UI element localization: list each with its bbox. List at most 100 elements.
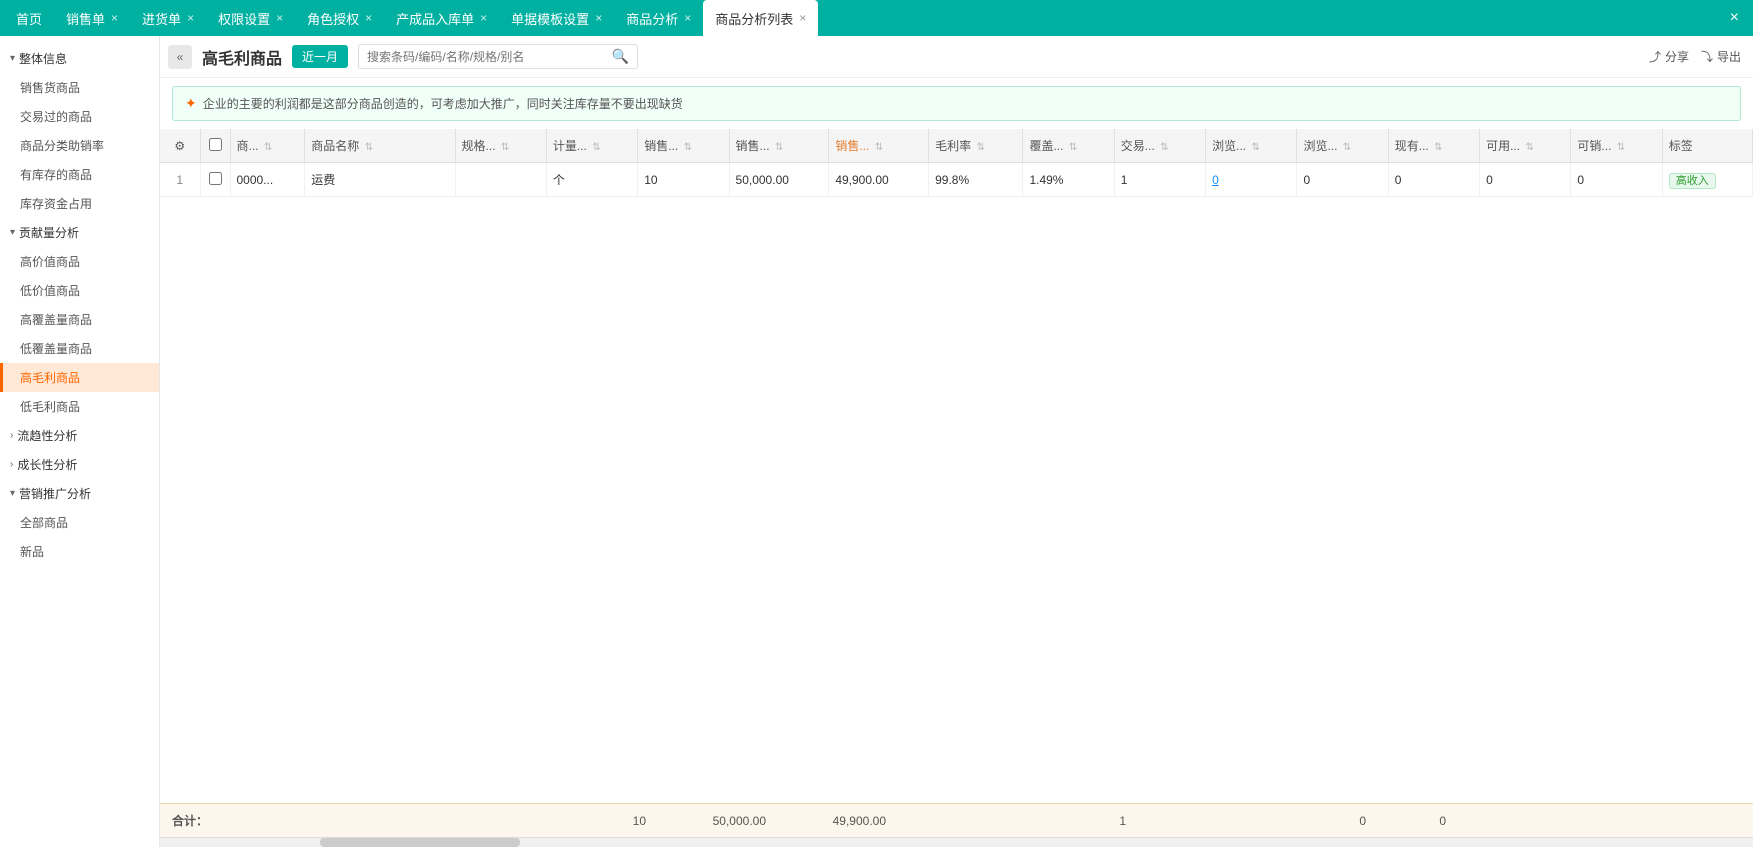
col-unit-header[interactable]: 计量... ⇅ <box>546 129 637 163</box>
tab-role-auth-close[interactable]: × <box>365 12 372 24</box>
col-available-header[interactable]: 可用... ⇅ <box>1480 129 1571 163</box>
col-tag-header[interactable]: 标签 <box>1662 129 1752 163</box>
col-sale-amount-header[interactable]: 销售... ⇅ <box>729 129 829 163</box>
export-button[interactable]: ⤵ 导出 <box>1701 48 1741 65</box>
col-sale-amount-sort[interactable]: ⇅ <box>775 142 783 153</box>
sidebar-collapse-button[interactable]: « <box>168 45 192 69</box>
col-spec-sort[interactable]: ⇅ <box>501 142 509 153</box>
sidebar-group-marketing[interactable]: ▾ 营销推广分析 <box>0 479 159 508</box>
tab-purchase-close[interactable]: × <box>187 12 194 24</box>
footer-sale-cost: 49,900.00 <box>772 814 892 828</box>
col-trade-header[interactable]: 交易... ⇅ <box>1114 129 1205 163</box>
tab-product-analysis-list-close[interactable]: × <box>799 12 806 24</box>
col-view2-header[interactable]: 浏览... ⇅ <box>1297 129 1388 163</box>
col-unit-sort[interactable]: ⇅ <box>592 142 600 153</box>
sidebar-item-low-coverage[interactable]: 低覆盖量商品 <box>0 334 159 363</box>
sidebar-item-high-value[interactable]: 高价值商品 <box>0 247 159 276</box>
row-sale-cost: 49,900.00 <box>829 163 929 197</box>
col-saleable-header[interactable]: 可销... ⇅ <box>1571 129 1662 163</box>
tab-sales[interactable]: 销售单 × <box>54 0 130 36</box>
arrow-overall: ▾ <box>10 53 15 64</box>
col-gross-margin-sort[interactable]: ⇅ <box>976 142 984 153</box>
tab-bar: 首页 销售单 × 进货单 × 权限设置 × 角色授权 × 产成品入库单 × 单据… <box>0 0 1753 36</box>
row-saleable: 0 <box>1571 163 1662 197</box>
share-button[interactable]: ⤴ 分享 <box>1649 48 1689 65</box>
tab-permissions-close[interactable]: × <box>276 12 283 24</box>
col-sale-qty-header[interactable]: 销售... ⇅ <box>638 129 729 163</box>
col-name-sort[interactable]: ⇅ <box>365 142 373 153</box>
tab-product-inbound-close[interactable]: × <box>480 12 487 24</box>
sidebar-item-all-goods[interactable]: 全部商品 <box>0 508 159 537</box>
row-gross-margin: 99.8% <box>929 163 1023 197</box>
col-view1-sort[interactable]: ⇅ <box>1251 142 1259 153</box>
col-code-header[interactable]: 商... ⇅ <box>230 129 305 163</box>
content-area: « 高毛利商品 近一月 🔍 ⤴ 分享 ⤵ 导出 ✦ 企业的主要的利润都是这部 <box>160 36 1753 847</box>
view1-link[interactable]: 0 <box>1212 173 1219 187</box>
tab-product-analysis[interactable]: 商品分析 × <box>614 0 703 36</box>
tab-product-analysis-list-label: 商品分析列表 <box>715 9 793 28</box>
sidebar-item-low-value[interactable]: 低价值商品 <box>0 276 159 305</box>
sidebar-item-high-coverage[interactable]: 高覆盖量商品 <box>0 305 159 334</box>
col-spec-header[interactable]: 规格... ⇅ <box>455 129 546 163</box>
tab-homepage[interactable]: 首页 <box>4 0 54 36</box>
content-header: « 高毛利商品 近一月 🔍 ⤴ 分享 ⤵ 导出 <box>160 36 1753 78</box>
sidebar-item-high-margin[interactable]: 高毛利商品 <box>0 363 159 392</box>
sidebar-item-sale-goods[interactable]: 销售货商品 <box>0 73 159 102</box>
tab-template[interactable]: 单据模板设置 × <box>499 0 614 36</box>
sidebar-group-overall[interactable]: ▾ 整体信息 <box>0 44 159 73</box>
sidebar-item-category-rate[interactable]: 商品分类助销率 <box>0 131 159 160</box>
sidebar-item-stock-capital[interactable]: 库存资金占用 <box>0 189 159 218</box>
row-code: 0000... <box>230 163 305 197</box>
tab-sales-close[interactable]: × <box>111 12 118 24</box>
sidebar-item-new-goods[interactable]: 新品 <box>0 537 159 566</box>
row-view2: 0 <box>1297 163 1388 197</box>
tab-homepage-label: 首页 <box>16 9 42 28</box>
data-table: ⚙ 商... ⇅ 商品名称 ⇅ <box>160 129 1753 197</box>
col-view2-sort[interactable]: ⇅ <box>1343 142 1351 153</box>
table-header-row: ⚙ 商... ⇅ 商品名称 ⇅ <box>160 129 1753 163</box>
col-coverage-header[interactable]: 覆盖... ⇅ <box>1023 129 1114 163</box>
sidebar-item-in-stock[interactable]: 有库存的商品 <box>0 160 159 189</box>
tab-product-inbound[interactable]: 产成品入库单 × <box>384 0 499 36</box>
select-all-checkbox[interactable] <box>209 138 222 151</box>
sidebar-item-traded-goods[interactable]: 交易过的商品 <box>0 102 159 131</box>
col-current-header[interactable]: 现有... ⇅ <box>1388 129 1479 163</box>
sidebar-item-low-margin[interactable]: 低毛利商品 <box>0 392 159 421</box>
col-coverage-sort[interactable]: ⇅ <box>1069 142 1077 153</box>
col-sale-qty-sort[interactable]: ⇅ <box>684 142 692 153</box>
page-title: 高毛利商品 <box>202 45 282 69</box>
tab-product-analysis-list[interactable]: 商品分析列表 × <box>703 0 818 36</box>
search-input[interactable] <box>367 50 606 64</box>
col-name-header[interactable]: 商品名称 ⇅ <box>305 129 455 163</box>
tab-product-analysis-close[interactable]: × <box>684 12 691 24</box>
row-view1[interactable]: 0 <box>1206 163 1297 197</box>
table-footer: 合计： 10 50,000.00 49,900.00 1 0 0 <box>160 803 1753 837</box>
col-view1-header[interactable]: 浏览... ⇅ <box>1206 129 1297 163</box>
col-current-sort[interactable]: ⇅ <box>1434 142 1442 153</box>
col-saleable-sort[interactable]: ⇅ <box>1617 142 1625 153</box>
col-gross-margin-header[interactable]: 毛利率 ⇅ <box>929 129 1023 163</box>
search-icon[interactable]: 🔍 <box>612 48 629 65</box>
col-available-sort[interactable]: ⇅ <box>1525 142 1533 153</box>
col-code-sort[interactable]: ⇅ <box>264 142 272 153</box>
row-select-checkbox[interactable] <box>209 172 222 185</box>
filter-recent-month-button[interactable]: 近一月 <box>292 45 348 68</box>
tab-role-auth[interactable]: 角色授权 × <box>295 0 384 36</box>
footer-sale-amount: 50,000.00 <box>652 814 772 828</box>
row-name: 运费 <box>305 163 455 197</box>
export-label: 导出 <box>1717 48 1741 65</box>
tag-badge: 高收入 <box>1669 173 1716 189</box>
col-sale-cost-header[interactable]: 销售... ⇅ <box>829 129 929 163</box>
sidebar-group-contribution[interactable]: ▾ 贡献量分析 <box>0 218 159 247</box>
tab-purchase[interactable]: 进货单 × <box>130 0 206 36</box>
row-spec <box>455 163 546 197</box>
col-trade-sort[interactable]: ⇅ <box>1160 142 1168 153</box>
horizontal-scrollbar[interactable] <box>160 837 1753 847</box>
settings-icon[interactable]: ⚙ <box>174 139 185 153</box>
tab-template-close[interactable]: × <box>595 12 602 24</box>
sidebar-group-trend[interactable]: › 流趋性分析 <box>0 421 159 450</box>
global-close-button[interactable]: × <box>1720 9 1749 27</box>
tab-permissions[interactable]: 权限设置 × <box>206 0 295 36</box>
sidebar-group-growth[interactable]: › 成长性分析 <box>0 450 159 479</box>
col-sale-cost-sort[interactable]: ⇅ <box>875 142 883 153</box>
